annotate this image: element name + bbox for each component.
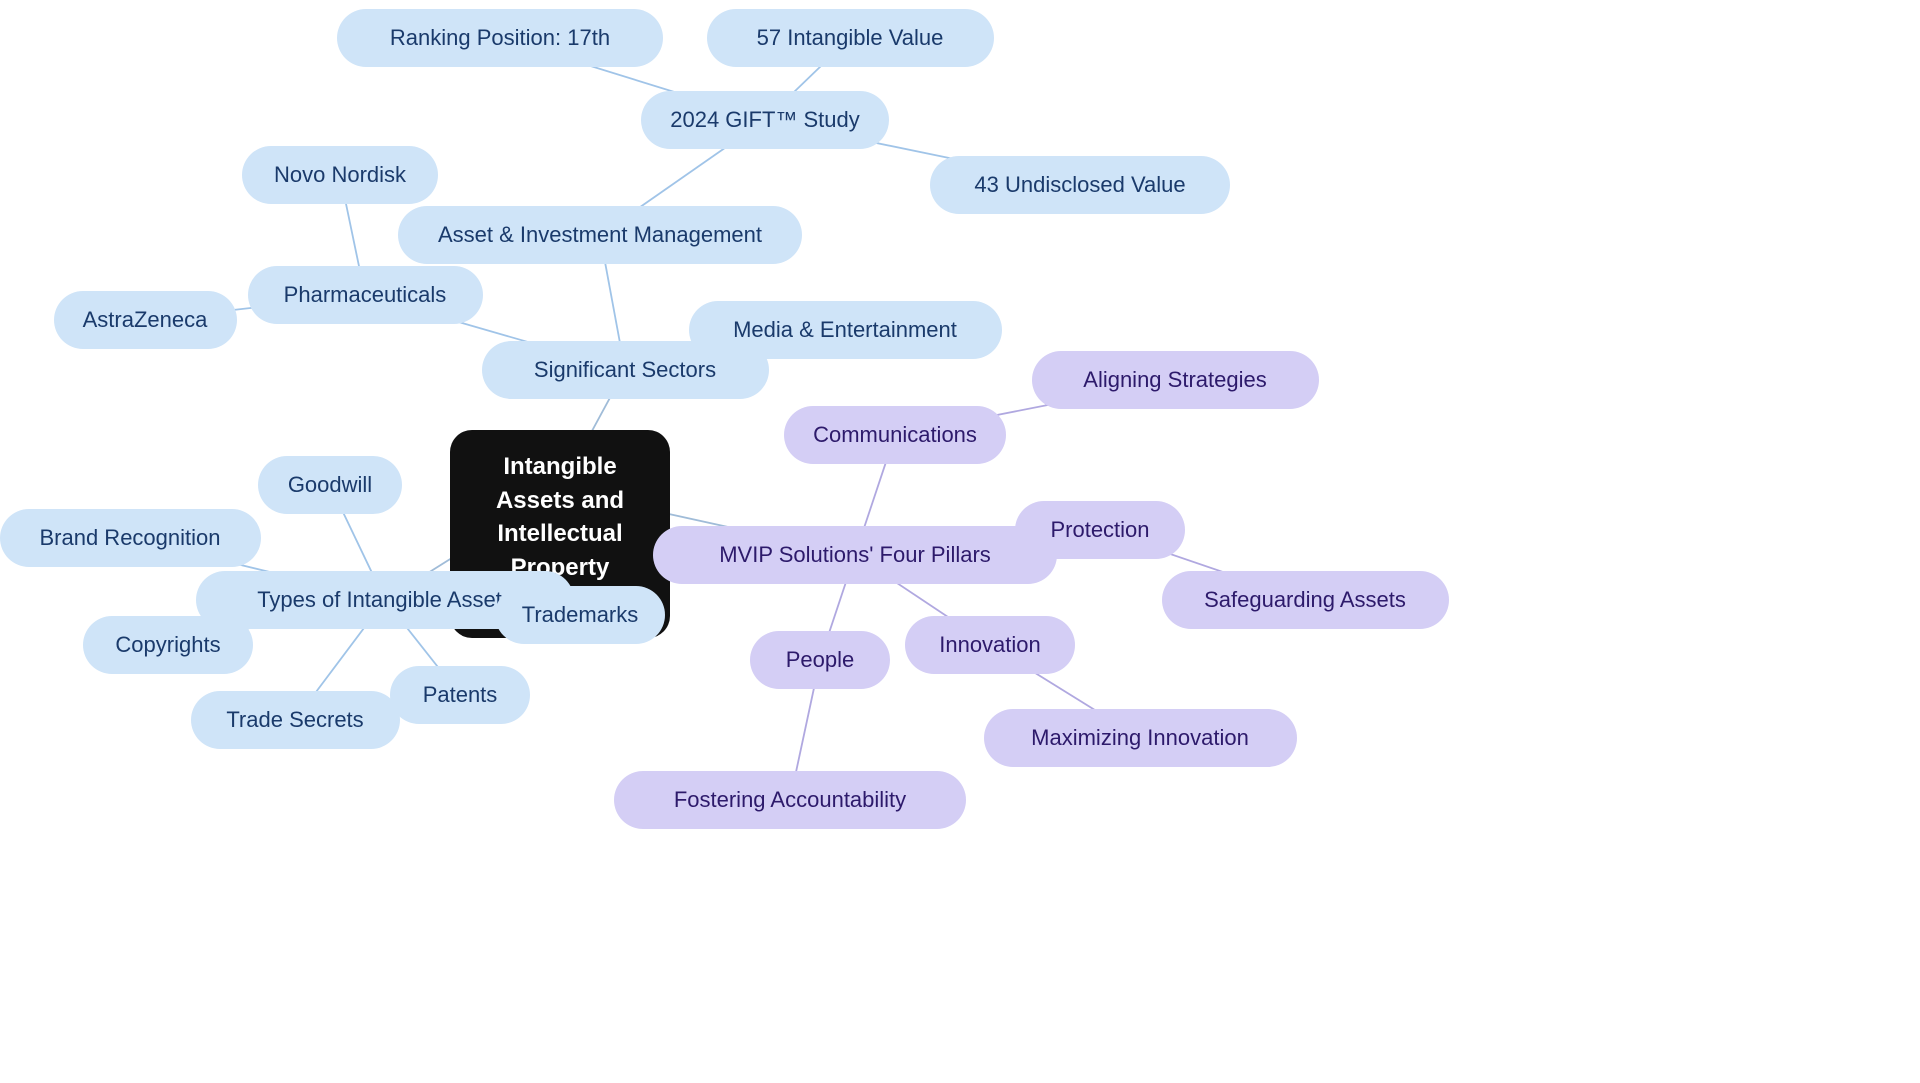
node-label-undisclosedValue: 43 Undisclosed Value — [974, 172, 1185, 198]
node-innovation[interactable]: Innovation — [905, 616, 1075, 674]
node-label-novoNordisk: Novo Nordisk — [274, 162, 406, 188]
node-gift2024[interactable]: 2024 GIFT™ Study — [641, 91, 889, 149]
node-goodwill[interactable]: Goodwill — [258, 456, 402, 514]
node-people[interactable]: People — [750, 631, 890, 689]
node-mediaEntertainment[interactable]: Media & Entertainment — [689, 301, 1002, 359]
node-label-aligningStrategies: Aligning Strategies — [1083, 367, 1266, 393]
node-label-mvipPillars: MVIP Solutions' Four Pillars — [719, 542, 991, 568]
node-communications[interactable]: Communications — [784, 406, 1006, 464]
node-label-copyrights: Copyrights — [115, 632, 220, 658]
node-intangibleValue[interactable]: 57 Intangible Value — [707, 9, 994, 67]
node-label-assetInvestment: Asset & Investment Management — [438, 222, 762, 248]
node-mvipPillars[interactable]: MVIP Solutions' Four Pillars — [653, 526, 1057, 584]
node-undisclosedValue[interactable]: 43 Undisclosed Value — [930, 156, 1230, 214]
node-label-pharmaceuticals: Pharmaceuticals — [284, 282, 447, 308]
node-rankingPosition[interactable]: Ranking Position: 17th — [337, 9, 663, 67]
node-patents[interactable]: Patents — [390, 666, 530, 724]
mind-map-canvas: Intangible Assets and Intellectual Prope… — [0, 0, 1920, 1083]
node-label-patents: Patents — [423, 682, 498, 708]
node-maximizingInnovation[interactable]: Maximizing Innovation — [984, 709, 1297, 767]
node-label-brandRecognition: Brand Recognition — [39, 525, 220, 551]
node-label-trademarks: Trademarks — [522, 602, 639, 628]
node-fosteringAccountability[interactable]: Fostering Accountability — [614, 771, 966, 829]
node-label-intangibleValue: 57 Intangible Value — [757, 25, 944, 51]
node-label-protection: Protection — [1050, 517, 1149, 543]
node-aligningStrategies[interactable]: Aligning Strategies — [1032, 351, 1319, 409]
node-pharmaceuticals[interactable]: Pharmaceuticals — [248, 266, 483, 324]
node-label-rankingPosition: Ranking Position: 17th — [390, 25, 610, 51]
node-label-mediaEntertainment: Media & Entertainment — [733, 317, 957, 343]
node-label-safeguardingAssets: Safeguarding Assets — [1204, 587, 1406, 613]
node-trademarks[interactable]: Trademarks — [495, 586, 665, 644]
node-protection[interactable]: Protection — [1015, 501, 1185, 559]
node-label-people: People — [786, 647, 855, 673]
node-novoNordisk[interactable]: Novo Nordisk — [242, 146, 438, 204]
node-astrazeneca[interactable]: AstraZeneca — [54, 291, 237, 349]
node-label-typesOfAssets: Types of Intangible Assets — [257, 587, 513, 613]
node-label-tradeSecrets: Trade Secrets — [226, 707, 363, 733]
node-copyrights[interactable]: Copyrights — [83, 616, 253, 674]
node-label-fosteringAccountability: Fostering Accountability — [674, 787, 906, 813]
node-label-goodwill: Goodwill — [288, 472, 372, 498]
node-safeguardingAssets[interactable]: Safeguarding Assets — [1162, 571, 1449, 629]
node-label-astrazeneca: AstraZeneca — [83, 307, 208, 333]
node-label-innovation: Innovation — [939, 632, 1041, 658]
node-brandRecognition[interactable]: Brand Recognition — [0, 509, 261, 567]
node-label-communications: Communications — [813, 422, 977, 448]
node-label-gift2024: 2024 GIFT™ Study — [670, 107, 860, 133]
node-assetInvestment[interactable]: Asset & Investment Management — [398, 206, 802, 264]
node-label-maximizingInnovation: Maximizing Innovation — [1031, 725, 1249, 751]
node-tradeSecrets[interactable]: Trade Secrets — [191, 691, 400, 749]
node-label-significantSectors: Significant Sectors — [534, 357, 716, 383]
